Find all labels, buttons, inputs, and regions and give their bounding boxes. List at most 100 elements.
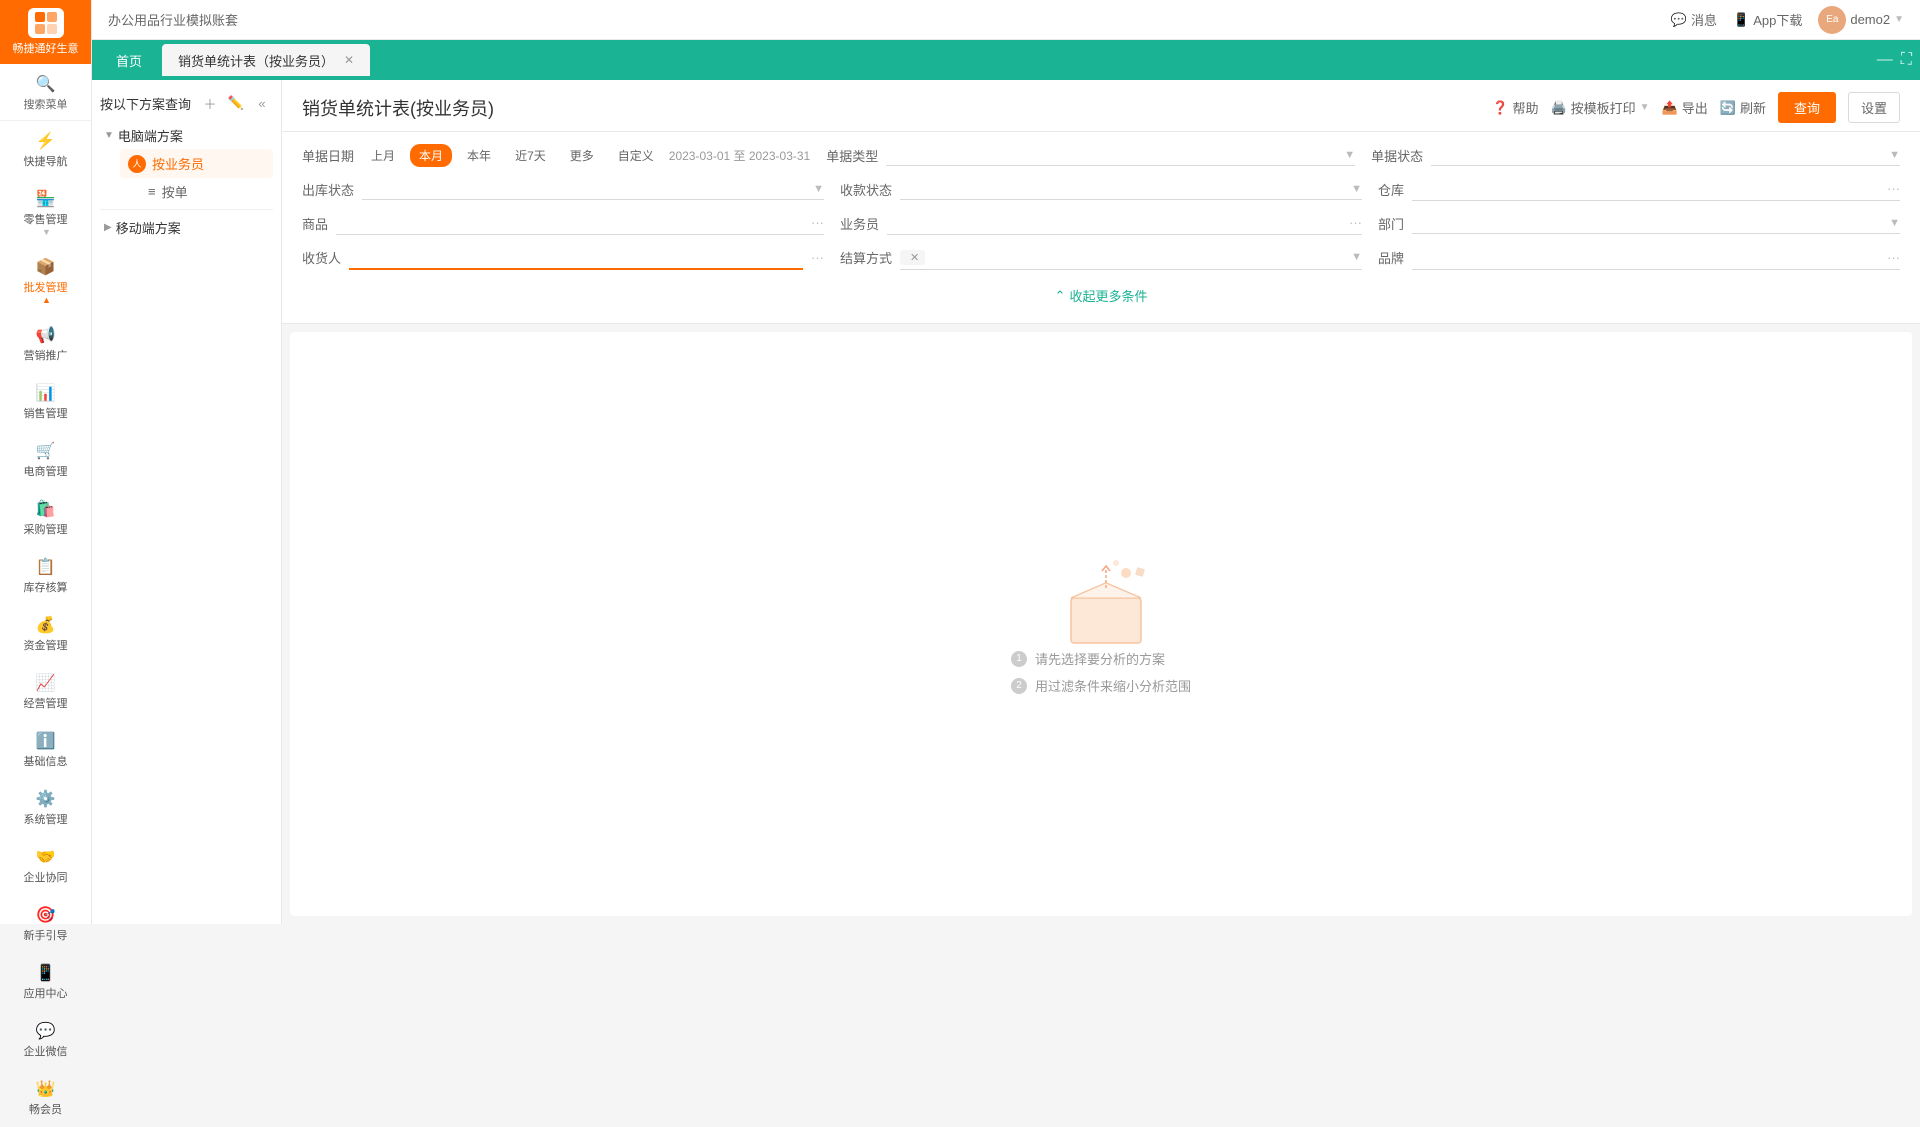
date-btn-7days[interactable]: 近7天	[506, 144, 555, 167]
receipt-status-select[interactable]: ▼	[900, 179, 1362, 200]
collapse-panel-button[interactable]: «	[251, 92, 273, 114]
out-status-select[interactable]: ▼	[362, 179, 824, 200]
user-chevron-icon: ▼	[1894, 14, 1904, 25]
warehouse-select[interactable]: ···	[1412, 177, 1900, 201]
sidebar-search-item[interactable]: 🔍 搜索菜单	[0, 64, 91, 121]
order-type-caret-icon: ▼	[1344, 149, 1355, 161]
member-icon: 👑	[36, 1079, 56, 1099]
order-type-select[interactable]: ▼	[886, 145, 1355, 166]
tree-header-mobile[interactable]: ▶ 移动端方案	[100, 214, 273, 241]
tree-header-pc[interactable]: ▼ 电脑端方案	[100, 122, 273, 149]
sidebar-item-quicknav[interactable]: ⚡ 快捷导航	[0, 121, 91, 179]
app-download-label: App下载	[1753, 10, 1802, 29]
warehouse-dots-icon[interactable]: ···	[1887, 181, 1900, 196]
sidebar-item-label: 电商管理	[24, 463, 68, 479]
filter-goods: 商品 ···	[302, 211, 824, 235]
sidebar-item-finance[interactable]: 💰 资金管理	[0, 605, 91, 663]
sidebar-item-inventory[interactable]: 📋 库存核算	[0, 547, 91, 605]
salesperson-dots-icon[interactable]: ···	[1349, 215, 1362, 230]
sidebar-item-retail[interactable]: 🏪 零售管理 ▼	[0, 179, 91, 247]
tab-minimize-icon[interactable]: —	[1877, 51, 1893, 69]
sidebar-item-label: 畅会员	[29, 1101, 62, 1117]
app-download-button[interactable]: 📱 App下载	[1733, 10, 1802, 29]
sidebar-item-label: 资金管理	[24, 637, 68, 653]
tab-sales-stats[interactable]: 销货单统计表（按业务员） ✕	[162, 44, 370, 76]
sidebar-item-label: 库存核算	[24, 579, 68, 595]
help-label: 帮助	[1512, 98, 1538, 117]
edit-scheme-button[interactable]: ✏️	[225, 92, 247, 114]
newbie-icon: 🎯	[36, 905, 56, 925]
sidebar-item-marketing[interactable]: 📢 营销推广	[0, 315, 91, 373]
department-select[interactable]: ▼	[1412, 213, 1900, 234]
tree-item-order[interactable]: ≡ 按单	[120, 178, 273, 205]
warehouse-label: 仓库	[1378, 180, 1404, 199]
print-button[interactable]: 🖨️ 按模板打印 ▼	[1550, 98, 1649, 117]
sidebar-item-system[interactable]: ⚙️ 系统管理	[0, 779, 91, 837]
sidebar-item-basicinfo[interactable]: ℹ️ 基础信息	[0, 721, 91, 779]
brand-select[interactable]: ···	[1412, 246, 1900, 270]
goods-dots-icon[interactable]: ···	[811, 215, 824, 230]
logo-text: 畅捷通好生意	[13, 40, 79, 56]
filter-out-status: 出库状态 ▼	[302, 179, 824, 200]
refresh-button[interactable]: 🔄 刷新	[1720, 98, 1766, 117]
message-button[interactable]: 💬 消息	[1671, 10, 1717, 29]
help-icon: ❓	[1492, 100, 1508, 116]
settings-button[interactable]: 设置	[1848, 92, 1900, 123]
left-panel: 按以下方案查询 ＋ ✏️ « ▼ 电脑端方案 人 按业务员	[92, 80, 282, 924]
sidebar-item-enterprise[interactable]: 🤝 企业协同	[0, 837, 91, 895]
goods-select[interactable]: ···	[336, 211, 824, 235]
logo[interactable]: 畅捷通好生意	[0, 0, 91, 64]
add-scheme-button[interactable]: ＋	[199, 92, 221, 114]
sidebar-item-management[interactable]: 📈 经营管理	[0, 663, 91, 721]
sidebar-item-purchase[interactable]: 🛍️ 采购管理	[0, 489, 91, 547]
tab-close-icon[interactable]: ✕	[344, 53, 354, 67]
filter-row-4: 收货人 ··· 结算方式 ✕ ▼	[302, 245, 1900, 270]
sidebar-item-member[interactable]: 👑 畅会员	[0, 1069, 91, 1127]
filter-consignee: 收货人 ···	[302, 245, 824, 270]
consignee-dots-icon[interactable]: ···	[811, 250, 824, 265]
tree-label-pc: 电脑端方案	[118, 126, 183, 145]
download-icon: 📱	[1733, 12, 1749, 28]
page-actions: ❓ 帮助 🖨️ 按模板打印 ▼ 📤 导出 🔄 刷新	[1492, 92, 1900, 123]
order-status-select[interactable]: ▼	[1431, 145, 1900, 166]
tree-collapse-icon: ▶	[104, 222, 112, 233]
sidebar-item-appcenter[interactable]: 📱 应用中心	[0, 953, 91, 1011]
right-panel: 销货单统计表(按业务员) ❓ 帮助 🖨️ 按模板打印 ▼ 📤 导出	[282, 80, 1920, 924]
consignee-input[interactable]	[349, 245, 803, 270]
sidebar-item-label: 批发管理	[24, 279, 68, 295]
sidebar-item-corpwechat[interactable]: 💬 企业微信	[0, 1011, 91, 1069]
brand-dots-icon[interactable]: ···	[1887, 250, 1900, 265]
export-button[interactable]: 📤 导出	[1662, 98, 1708, 117]
filter-order-status: 单据状态 ▼	[1371, 145, 1900, 166]
date-btn-custom[interactable]: 自定义	[609, 144, 663, 167]
salesperson-select[interactable]: ···	[887, 211, 1362, 235]
tree-item-salesperson[interactable]: 人 按业务员	[120, 149, 273, 178]
date-btn-last-month[interactable]: 上月	[362, 144, 404, 167]
date-btn-this-month[interactable]: 本月	[410, 144, 452, 167]
filter-department: 部门 ▼	[1378, 213, 1900, 234]
page-title: 销货单统计表(按业务员)	[302, 95, 494, 121]
sidebar-item-newbie[interactable]: 🎯 新手引导	[0, 895, 91, 953]
out-status-label: 出库状态	[302, 180, 354, 199]
tree-section-pc: ▼ 电脑端方案 人 按业务员 ≡ 按单	[100, 122, 273, 205]
sidebar-item-sales[interactable]: 📊 销售管理	[0, 373, 91, 431]
sidebar-item-ecommerce[interactable]: 🛒 电商管理	[0, 431, 91, 489]
date-btn-more[interactable]: 更多	[561, 144, 603, 167]
date-btn-this-year[interactable]: 本年	[458, 144, 500, 167]
management-icon: 📈	[36, 673, 56, 693]
help-button[interactable]: ❓ 帮助	[1492, 98, 1538, 117]
finance-icon: 💰	[36, 615, 56, 635]
settlement-select[interactable]: ✕ ▼	[900, 246, 1362, 270]
sales-icon: 📊	[36, 383, 56, 403]
empty-step-2: 2 用过滤条件来缩小分析范围	[1011, 676, 1191, 695]
settlement-tag-close-icon[interactable]: ✕	[910, 251, 919, 264]
sidebar-item-wholesale[interactable]: 📦 批发管理 ▲	[0, 247, 91, 315]
query-button[interactable]: 查询	[1778, 92, 1836, 123]
tree-section-mobile: ▶ 移动端方案	[100, 214, 273, 241]
sidebar-item-label: 营销推广	[24, 347, 68, 363]
collapse-conditions-button[interactable]: ⌃ 收起更多条件	[302, 280, 1900, 311]
sidebar-item-label: 快捷导航	[24, 153, 68, 169]
user-profile[interactable]: Ea demo2 ▼	[1818, 6, 1904, 34]
tab-home[interactable]: 首页	[100, 44, 158, 76]
tab-maximize-icon[interactable]: ⛶	[1901, 51, 1912, 69]
